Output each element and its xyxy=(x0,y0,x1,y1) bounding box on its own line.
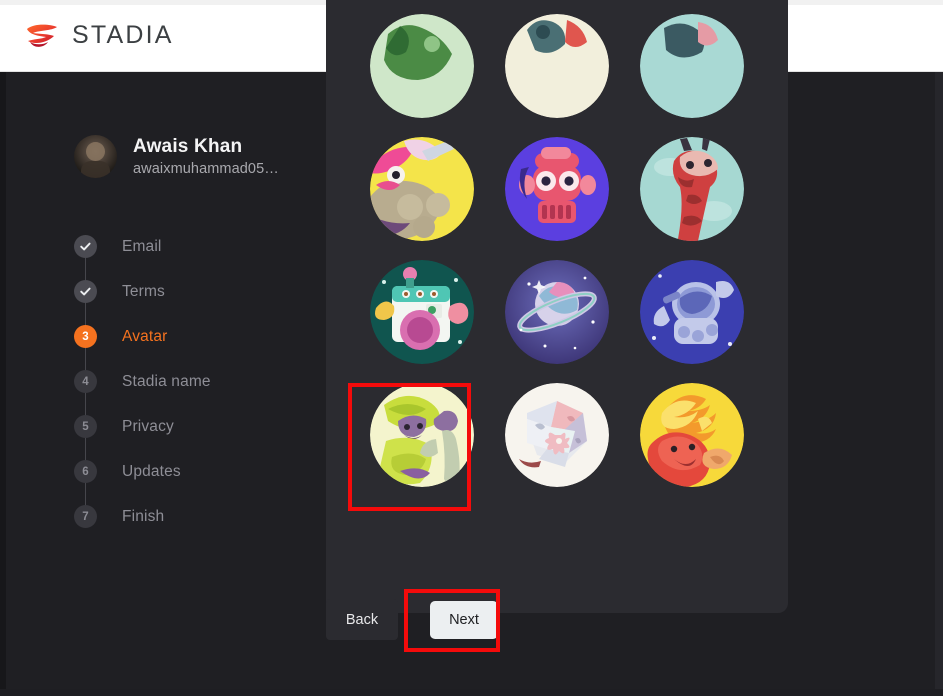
avatar-option-cream-character[interactable] xyxy=(504,14,609,118)
avatar-option-pink-robot[interactable] xyxy=(504,137,609,241)
profile-email: awaixmuhammad05… xyxy=(133,161,279,177)
brand-lockup[interactable]: STADIA xyxy=(24,21,174,51)
sidebar-item-avatar[interactable]: 3 Avatar xyxy=(74,314,314,382)
sidebar-item-label: Updates xyxy=(122,462,181,480)
avatar-option-knight-yellow[interactable] xyxy=(370,137,475,241)
profile-text: Awais Khan awaixmuhammad05… xyxy=(133,136,279,177)
sidebar-item-label: Terms xyxy=(122,282,165,300)
avatar-option-blue-astronaut[interactable] xyxy=(639,260,744,364)
step-number-badge: 4 xyxy=(74,370,97,393)
check-icon xyxy=(74,235,97,258)
avatar-picker-panel xyxy=(326,0,788,613)
next-button[interactable]: Next xyxy=(430,600,498,639)
sidebar-item-updates[interactable]: 6 Updates xyxy=(74,449,314,517)
sidebar-item-label: Finish xyxy=(122,507,165,525)
back-button[interactable]: Back xyxy=(326,599,398,640)
avatar-option-dodecahedron-die[interactable] xyxy=(504,383,609,487)
avatar-grid xyxy=(326,0,788,487)
setup-sidebar: Awais Khan awaixmuhammad05… Email Terms … xyxy=(0,72,326,696)
sidebar-item-terms[interactable]: Terms xyxy=(74,269,314,337)
step-number-badge: 6 xyxy=(74,460,97,483)
brand-name: STADIA xyxy=(72,21,174,49)
step-number-badge: 7 xyxy=(74,505,97,528)
avatar-option-saturn-planet[interactable] xyxy=(504,260,609,364)
sidebar-item-finish[interactable]: 7 Finish xyxy=(74,494,314,539)
sidebar-item-stadia-name[interactable]: 4 Stadia name xyxy=(74,359,314,427)
sidebar-item-label: Stadia name xyxy=(122,372,211,390)
check-icon xyxy=(74,280,97,303)
avatar-option-green-creature[interactable] xyxy=(370,14,475,118)
stadia-logo-icon xyxy=(27,24,57,47)
sidebar-item-label: Privacy xyxy=(122,417,174,435)
sidebar-item-label: Email xyxy=(122,237,162,255)
setup-body: Awais Khan awaixmuhammad05… Email Terms … xyxy=(0,0,943,696)
profile-name: Awais Khan xyxy=(133,136,243,157)
step-number-badge: 3 xyxy=(74,325,97,348)
wizard-actions: Back Next xyxy=(326,599,498,640)
sidebar-item-label: Avatar xyxy=(122,327,168,345)
avatar-option-teal-creature[interactable] xyxy=(639,14,744,118)
avatar-option-washing-machine[interactable] xyxy=(370,260,475,364)
avatar xyxy=(74,135,117,178)
step-number-badge: 5 xyxy=(74,415,97,438)
stadia-setup-page: STADIA Awais Khan awaixmuhammad05… Email… xyxy=(0,0,943,696)
avatar-option-flame-head[interactable] xyxy=(639,383,744,487)
setup-stepper: Email Terms 3 Avatar 4 Stadia name 5 Pri… xyxy=(74,224,314,539)
avatar-option-green-wizard[interactable] xyxy=(370,383,475,487)
right-edge-rail xyxy=(935,72,943,696)
sidebar-item-email[interactable]: Email xyxy=(74,224,314,292)
user-profile: Awais Khan awaixmuhammad05… xyxy=(74,135,279,178)
sidebar-item-privacy[interactable]: 5 Privacy xyxy=(74,404,314,472)
page-footer xyxy=(0,689,943,696)
avatar-option-red-giraffe[interactable] xyxy=(639,137,744,241)
